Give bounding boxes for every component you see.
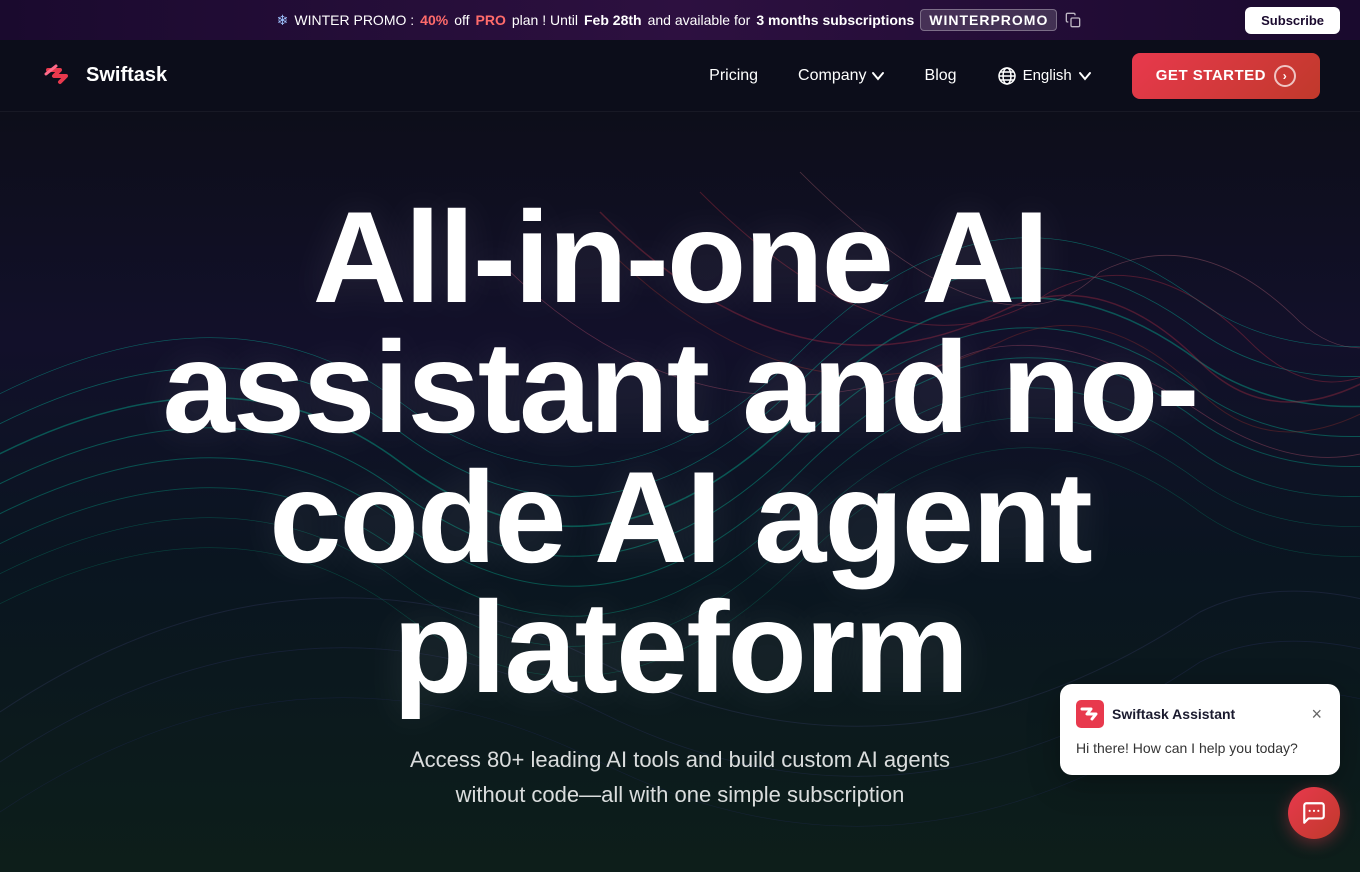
hero-title: All-in-one AI assistant and no- code AI … (162, 192, 1197, 712)
nav-links: Pricing Company Blog English GE (709, 53, 1320, 99)
language-selector[interactable]: English (997, 66, 1092, 86)
chat-logo-icon (1076, 700, 1104, 728)
chat-close-button[interactable]: × (1309, 703, 1324, 725)
logo[interactable]: Swiftask (40, 58, 167, 94)
chat-popup: Swiftask Assistant × Hi there! How can I… (1060, 684, 1340, 775)
logo-icon (40, 58, 76, 94)
chat-popup-header: Swiftask Assistant × (1076, 700, 1324, 728)
hero-subtitle: Access 80+ leading AI tools and build cu… (380, 742, 980, 812)
announcement-plan: PRO (476, 12, 506, 28)
nav-blog[interactable]: Blog (925, 67, 957, 85)
hero-content: All-in-one AI assistant and no- code AI … (162, 192, 1197, 812)
announcement-off: off (454, 12, 469, 28)
chat-fab-button[interactable] (1288, 787, 1340, 839)
arrow-circle-icon: › (1274, 65, 1296, 87)
announcement-discount: 40% (420, 12, 448, 28)
chevron-down-icon (871, 69, 885, 83)
announcement-plan-text: plan ! Until (512, 12, 578, 28)
globe-icon (997, 66, 1017, 86)
chat-message: Hi there! How can I help you today? (1076, 738, 1324, 759)
copy-icon[interactable] (1063, 10, 1083, 30)
nav-company[interactable]: Company (798, 67, 884, 85)
lang-chevron-icon (1078, 69, 1092, 83)
announcement-availability: and available for (648, 12, 751, 28)
subscribe-button[interactable]: Subscribe (1245, 7, 1340, 34)
announcement-date: Feb 28th (584, 12, 642, 28)
promo-code-badge: WINTERPROMO (920, 9, 1057, 31)
chat-fab-icon (1301, 800, 1327, 826)
announcement-prefix: WINTER PROMO : (294, 12, 414, 28)
logo-text: Swiftask (86, 64, 167, 87)
chat-widget: Swiftask Assistant × Hi there! How can I… (1060, 684, 1340, 839)
navbar: Swiftask Pricing Company Blog English (0, 40, 1360, 112)
announcement-bar: ❄ WINTER PROMO : 40% off PRO plan ! Unti… (0, 0, 1360, 40)
nav-pricing[interactable]: Pricing (709, 67, 758, 85)
chat-title-area: Swiftask Assistant (1076, 700, 1235, 728)
announcement-months: 3 months subscriptions (756, 12, 914, 28)
chat-assistant-name: Swiftask Assistant (1112, 706, 1235, 722)
get-started-button[interactable]: GET STARTED › (1132, 53, 1320, 99)
language-label: English (1023, 67, 1072, 84)
snowflake-icon: ❄ (277, 12, 289, 29)
